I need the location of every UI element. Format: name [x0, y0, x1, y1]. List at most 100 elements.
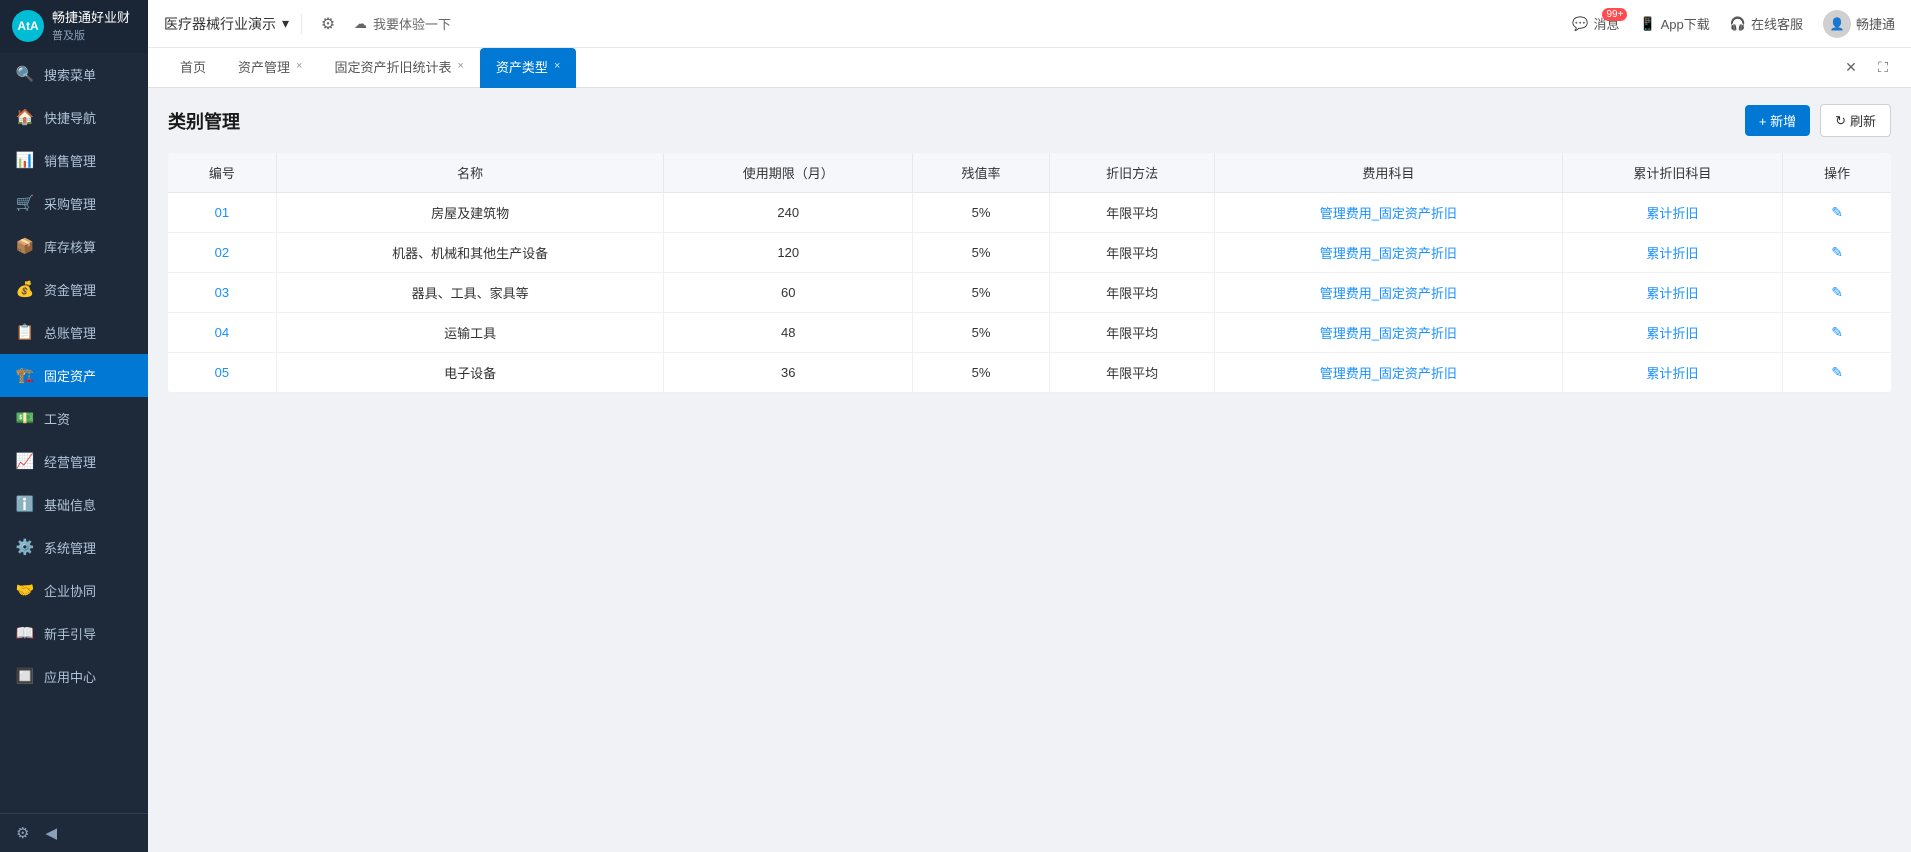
- refresh-button[interactable]: ↻ 刷新: [1820, 104, 1891, 137]
- td-acc-dep[interactable]: 累计折旧: [1562, 353, 1783, 393]
- td-edit[interactable]: ✎: [1783, 273, 1891, 313]
- nav-label-sales: 销售管理: [44, 151, 96, 170]
- nav-icon-guide: 📖: [16, 624, 34, 642]
- nav-label-fixed_assets: 固定资产: [44, 366, 96, 385]
- user-label: 畅捷通: [1856, 14, 1895, 33]
- sidebar-item-ledger[interactable]: 📋 总账管理: [0, 311, 148, 354]
- td-code: 03: [168, 273, 276, 313]
- collapse-icon[interactable]: ◀: [45, 824, 57, 842]
- nav-icon-finance: 💰: [16, 280, 34, 298]
- tab-label-asset_mgmt: 资产管理: [238, 57, 290, 76]
- td-expense[interactable]: 管理费用_固定资产折旧: [1215, 273, 1563, 313]
- experience-btn[interactable]: ☁ 我要体验一下: [354, 14, 1560, 33]
- nav-label-operations: 经营管理: [44, 452, 96, 471]
- nav-icon-collab: 🤝: [16, 581, 34, 599]
- td-expense[interactable]: 管理费用_固定资产折旧: [1215, 313, 1563, 353]
- tab-label-depreciation: 固定资产折旧统计表: [334, 57, 451, 76]
- logo-icon: AtA: [12, 10, 44, 42]
- td-edit[interactable]: ✎: [1783, 353, 1891, 393]
- app-selector-label: 医疗器械行业演示: [164, 14, 276, 34]
- topbar-right: 💬 消息 99 📱 App下载 🎧 在线客服 👤 畅捷通: [1572, 10, 1895, 38]
- td-period: 48: [664, 313, 913, 353]
- nav-label-payroll: 工资: [44, 409, 70, 428]
- logo-text: 畅捷通好业财: [52, 10, 130, 27]
- nav-label-app_center: 应用中心: [44, 667, 96, 686]
- message-badge: 99: [1602, 8, 1627, 21]
- sidebar-item-quick_nav[interactable]: 🏠 快捷导航: [0, 96, 148, 139]
- td-code: 05: [168, 353, 276, 393]
- tab-home[interactable]: 首页: [164, 48, 222, 88]
- sidebar-item-inventory[interactable]: 📦 库存核算: [0, 225, 148, 268]
- tab-close-depreciation[interactable]: ×: [457, 61, 463, 72]
- sidebar-item-payroll[interactable]: 💵 工资: [0, 397, 148, 440]
- sidebar-item-system[interactable]: ⚙️ 系统管理: [0, 526, 148, 569]
- close-tab-btn[interactable]: ✕: [1839, 56, 1863, 80]
- refresh-icon: ↻: [1835, 113, 1846, 129]
- td-method: 年限平均: [1050, 233, 1215, 273]
- tab-asset_mgmt[interactable]: 资产管理 ×: [222, 48, 318, 88]
- tabs-actions: ✕ ⛶: [1839, 56, 1895, 80]
- td-acc-dep[interactable]: 累计折旧: [1562, 193, 1783, 233]
- tab-label-asset_type: 资产类型: [496, 57, 548, 76]
- tab-close-asset_mgmt[interactable]: ×: [296, 61, 302, 72]
- td-expense[interactable]: 管理费用_固定资产折旧: [1215, 353, 1563, 393]
- td-edit[interactable]: ✎: [1783, 233, 1891, 273]
- new-button[interactable]: + 新增: [1745, 105, 1810, 136]
- nav-icon-sales: 📊: [16, 151, 34, 169]
- nav-icon-payroll: 💵: [16, 409, 34, 427]
- sidebar-item-basic_info[interactable]: ℹ️ 基础信息: [0, 483, 148, 526]
- settings-btn[interactable]: ⚙: [314, 10, 342, 38]
- tab-depreciation[interactable]: 固定资产折旧统计表 ×: [318, 48, 479, 88]
- settings-icon[interactable]: ⚙: [16, 824, 29, 842]
- main-area: 医疗器械行业演示 ▾ ⚙ ☁ 我要体验一下 💬 消息 99 📱 App下载 🎧 …: [148, 0, 1911, 852]
- tab-asset_type[interactable]: 资产类型 ×: [480, 48, 576, 88]
- td-period: 120: [664, 233, 913, 273]
- td-name: 运输工具: [276, 313, 664, 353]
- category-table: 编号名称使用期限（月）残值率折旧方法费用科目累计折旧科目操作 01房屋及建筑物2…: [168, 153, 1891, 393]
- headset-icon: 🎧: [1730, 16, 1746, 32]
- th-名称: 名称: [276, 153, 664, 193]
- td-acc-dep[interactable]: 累计折旧: [1562, 233, 1783, 273]
- td-expense[interactable]: 管理费用_固定资产折旧: [1215, 233, 1563, 273]
- expand-tab-btn[interactable]: ⛶: [1871, 56, 1895, 80]
- sidebar-item-guide[interactable]: 📖 新手引导: [0, 612, 148, 655]
- sidebar-item-finance[interactable]: 💰 资金管理: [0, 268, 148, 311]
- sidebar-item-collab[interactable]: 🤝 企业协同: [0, 569, 148, 612]
- tabs-bar: 首页资产管理 × 固定资产折旧统计表 × 资产类型 × ✕ ⛶: [148, 48, 1911, 88]
- td-code: 02: [168, 233, 276, 273]
- sidebar-item-operations[interactable]: 📈 经营管理: [0, 440, 148, 483]
- td-residual: 5%: [912, 193, 1049, 233]
- sidebar-item-purchase[interactable]: 🛒 采购管理: [0, 182, 148, 225]
- td-expense[interactable]: 管理费用_固定资产折旧: [1215, 193, 1563, 233]
- nav-label-quick_nav: 快捷导航: [44, 108, 96, 127]
- td-acc-dep[interactable]: 累计折旧: [1562, 273, 1783, 313]
- app-selector[interactable]: 医疗器械行业演示 ▾: [164, 14, 302, 34]
- th-使用期限（月）: 使用期限（月）: [664, 153, 913, 193]
- td-code: 01: [168, 193, 276, 233]
- th-费用科目: 费用科目: [1215, 153, 1563, 193]
- service-btn[interactable]: 🎧 在线客服: [1730, 14, 1803, 33]
- topbar: 医疗器械行业演示 ▾ ⚙ ☁ 我要体验一下 💬 消息 99 📱 App下载 🎧 …: [148, 0, 1911, 48]
- nav-icon-inventory: 📦: [16, 237, 34, 255]
- message-btn[interactable]: 💬 消息 99: [1572, 14, 1619, 33]
- nav-label-system: 系统管理: [44, 538, 96, 557]
- sidebar-item-fixed_assets[interactable]: 🏗️ 固定资产: [0, 354, 148, 397]
- table-row: 05电子设备365%年限平均管理费用_固定资产折旧累计折旧✎: [168, 353, 1891, 393]
- refresh-label: 刷新: [1850, 111, 1876, 130]
- nav-icon-purchase: 🛒: [16, 194, 34, 212]
- sidebar-item-sales[interactable]: 📊 销售管理: [0, 139, 148, 182]
- sidebar-logo: AtA 畅捷通好业财 普及版: [0, 0, 148, 53]
- user-area[interactable]: 👤 畅捷通: [1823, 10, 1895, 38]
- app-download-btn[interactable]: 📱 App下载: [1639, 14, 1709, 33]
- td-edit[interactable]: ✎: [1783, 193, 1891, 233]
- app-download-label: App下载: [1661, 14, 1710, 33]
- nav-label-collab: 企业协同: [44, 581, 96, 600]
- tab-close-asset_type[interactable]: ×: [554, 61, 560, 72]
- td-method: 年限平均: [1050, 353, 1215, 393]
- td-edit[interactable]: ✎: [1783, 313, 1891, 353]
- sidebar-item-search[interactable]: 🔍 搜索菜单: [0, 53, 148, 96]
- sidebar-item-app_center[interactable]: 🔲 应用中心: [0, 655, 148, 698]
- td-acc-dep[interactable]: 累计折旧: [1562, 313, 1783, 353]
- td-code: 04: [168, 313, 276, 353]
- table-wrapper: 编号名称使用期限（月）残值率折旧方法费用科目累计折旧科目操作 01房屋及建筑物2…: [168, 153, 1891, 393]
